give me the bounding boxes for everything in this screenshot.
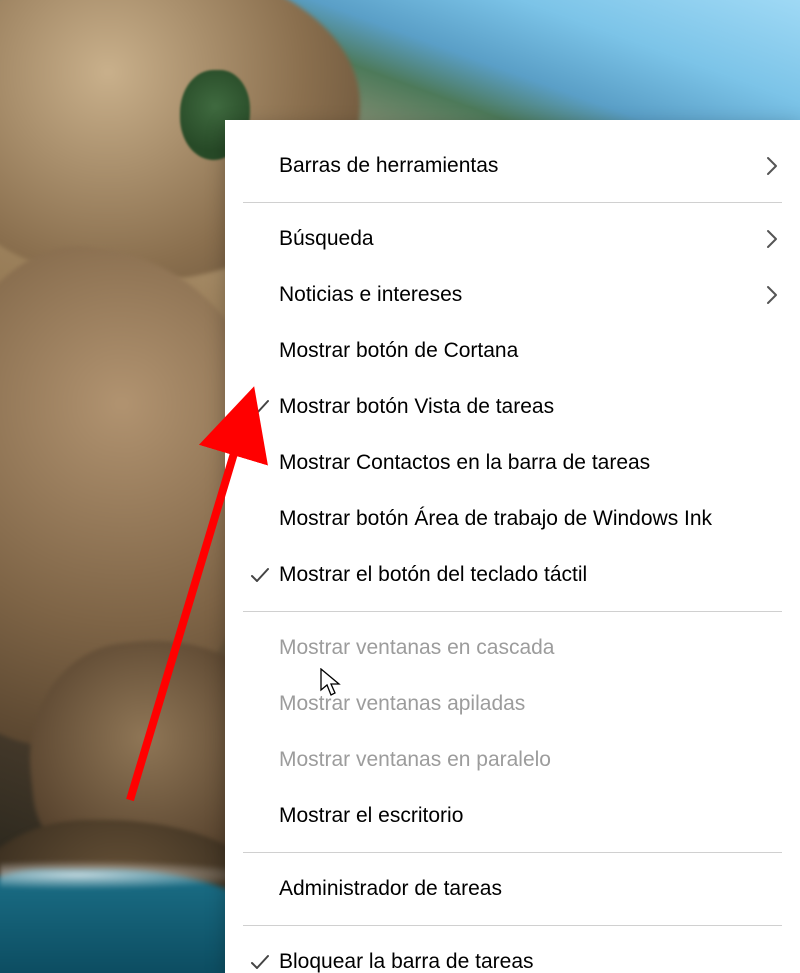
chevron-right-icon bbox=[756, 285, 778, 305]
menu-item-touch-keyboard[interactable]: Mostrar el botón del teclado táctil bbox=[225, 547, 800, 603]
separator bbox=[243, 852, 782, 853]
menu-item-cortana[interactable]: Mostrar botón de Cortana bbox=[225, 323, 800, 379]
check-icon bbox=[241, 396, 279, 418]
menu-item-label: Administrador de tareas bbox=[279, 877, 756, 901]
menu-item-label: Mostrar ventanas apiladas bbox=[279, 692, 756, 716]
menu-item-stacked: Mostrar ventanas apiladas bbox=[225, 676, 800, 732]
menu-item-cascade: Mostrar ventanas en cascada bbox=[225, 620, 800, 676]
menu-item-people[interactable]: Mostrar Contactos en la barra de tareas bbox=[225, 435, 800, 491]
menu-item-lock-taskbar[interactable]: Bloquear la barra de tareas bbox=[225, 934, 800, 973]
separator bbox=[243, 202, 782, 203]
chevron-right-icon bbox=[756, 229, 778, 249]
desktop-background: Barras de herramientas Búsqueda Noticias… bbox=[0, 0, 800, 973]
menu-item-label: Mostrar botón Área de trabajo de Windows… bbox=[279, 507, 756, 531]
separator bbox=[243, 611, 782, 612]
menu-item-label: Mostrar ventanas en cascada bbox=[279, 636, 756, 660]
check-icon bbox=[241, 951, 279, 973]
menu-item-toolbars[interactable]: Barras de herramientas bbox=[225, 138, 800, 194]
check-icon bbox=[241, 564, 279, 586]
taskbar-context-menu: Barras de herramientas Búsqueda Noticias… bbox=[225, 120, 800, 973]
menu-item-label: Barras de herramientas bbox=[279, 154, 756, 178]
menu-item-show-desktop[interactable]: Mostrar el escritorio bbox=[225, 788, 800, 844]
menu-item-label: Noticias e intereses bbox=[279, 283, 756, 307]
menu-item-news[interactable]: Noticias e intereses bbox=[225, 267, 800, 323]
menu-item-task-view[interactable]: Mostrar botón Vista de tareas bbox=[225, 379, 800, 435]
menu-item-label: Mostrar botón Vista de tareas bbox=[279, 395, 756, 419]
menu-item-label: Mostrar Contactos en la barra de tareas bbox=[279, 451, 756, 475]
menu-item-task-manager[interactable]: Administrador de tareas bbox=[225, 861, 800, 917]
separator bbox=[243, 925, 782, 926]
chevron-right-icon bbox=[756, 156, 778, 176]
menu-item-search[interactable]: Búsqueda bbox=[225, 211, 800, 267]
menu-item-ink[interactable]: Mostrar botón Área de trabajo de Windows… bbox=[225, 491, 800, 547]
menu-item-label: Bloquear la barra de tareas bbox=[279, 950, 756, 973]
menu-item-label: Mostrar botón de Cortana bbox=[279, 339, 756, 363]
menu-item-label: Mostrar ventanas en paralelo bbox=[279, 748, 756, 772]
menu-item-label: Mostrar el escritorio bbox=[279, 804, 756, 828]
menu-item-side-by-side: Mostrar ventanas en paralelo bbox=[225, 732, 800, 788]
menu-item-label: Búsqueda bbox=[279, 227, 756, 251]
menu-item-label: Mostrar el botón del teclado táctil bbox=[279, 563, 756, 587]
